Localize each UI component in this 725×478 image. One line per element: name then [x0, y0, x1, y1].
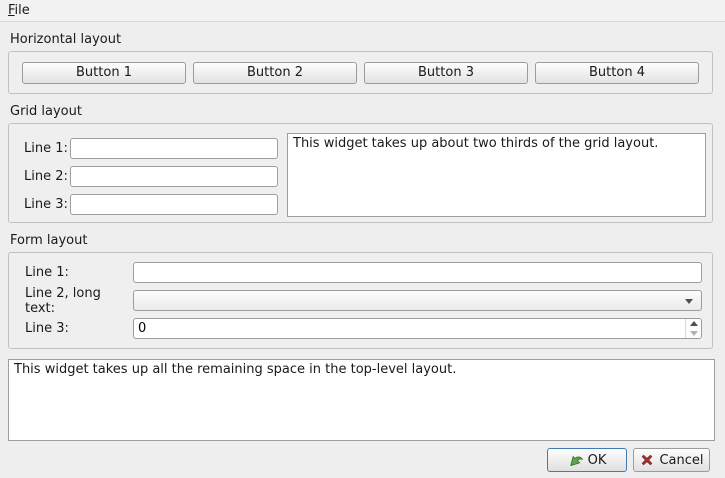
ok-green-arrow-icon	[569, 456, 583, 467]
grid-line3-input[interactable]	[70, 194, 278, 215]
triangle-down-icon	[689, 330, 698, 336]
form-line3-label: Line 3:	[25, 321, 69, 336]
grid-textedit[interactable]: This widget takes up about two thirds of…	[287, 133, 706, 217]
grid-row-2: Line 2:	[24, 166, 287, 187]
basic-layouts-window: File Horizontal layout Button 1 Button 2…	[0, 0, 725, 472]
dialog-button-box: OK Cancel	[0, 448, 710, 472]
form-layout-group-frame: Line 1: Line 2, long text: Line 3:	[8, 252, 713, 349]
form-layout-group-title: Form layout	[10, 233, 88, 248]
form-line2-combobox[interactable]	[133, 290, 702, 311]
bottom-textedit[interactable]: This widget takes up all the remaining s…	[8, 359, 715, 441]
grid-row-3: Line 3:	[24, 194, 287, 215]
triangle-up-icon	[689, 321, 698, 327]
grid-left-column: Line 1: Line 2: Line 3:	[24, 133, 287, 216]
grid-layout-group-title: Grid layout	[10, 104, 82, 119]
menu-bar: File	[0, 0, 725, 22]
spinbox-input[interactable]	[134, 319, 685, 338]
grid-line2-label: Line 2:	[24, 169, 68, 184]
form-row-3: Line 3:	[25, 318, 702, 339]
menu-file-rest: ile	[14, 2, 30, 18]
cancel-button-label: Cancel	[659, 452, 704, 468]
form-row-2: Line 2, long text:	[25, 286, 702, 316]
horizontal-layout-group-frame: Button 1 Button 2 Button 3 Button 4	[8, 51, 713, 94]
button-3[interactable]: Button 3	[364, 61, 528, 84]
grid-line2-input[interactable]	[70, 166, 278, 187]
menu-file[interactable]: File	[0, 2, 40, 20]
grid-layout-group-frame: Line 1: Line 2: Line 3: This widget take…	[8, 123, 713, 223]
grid-line3-label: Line 3:	[24, 197, 68, 212]
horizontal-layout-group-title: Horizontal layout	[10, 32, 122, 47]
grid-line1-input[interactable]	[70, 138, 278, 159]
button-1[interactable]: Button 1	[22, 61, 186, 84]
form-line3-spinbox	[133, 318, 702, 339]
spinbox-up-button[interactable]	[686, 319, 701, 329]
form-line2-label: Line 2, long text:	[25, 285, 101, 316]
chevron-down-icon	[685, 299, 693, 304]
spinbox-buttons	[685, 319, 701, 338]
grid-line1-label: Line 1:	[24, 141, 68, 156]
grid-row-1: Line 1:	[24, 138, 287, 159]
form-row-1: Line 1:	[25, 262, 702, 283]
spinbox-down-button[interactable]	[686, 329, 701, 339]
button-2[interactable]: Button 2	[193, 61, 357, 84]
form-line1-label: Line 1:	[25, 265, 69, 280]
ok-button[interactable]: OK	[547, 448, 627, 472]
cancel-button[interactable]: Cancel	[633, 448, 710, 472]
button-4[interactable]: Button 4	[535, 61, 699, 84]
ok-button-label: OK	[587, 452, 607, 468]
form-line1-input[interactable]	[133, 262, 702, 283]
cancel-red-x-icon	[642, 454, 653, 466]
